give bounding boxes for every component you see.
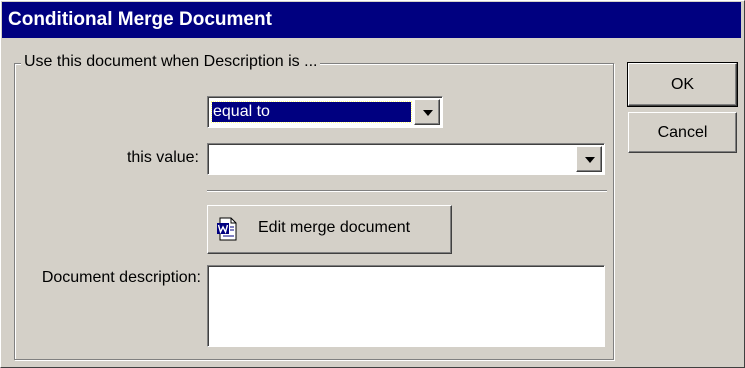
chevron-down-icon xyxy=(423,110,433,116)
ok-button-label: OK xyxy=(628,63,737,106)
value-dropdown-button[interactable] xyxy=(576,146,602,172)
window-title: Conditional Merge Document xyxy=(8,9,272,30)
document-description-label: Document description: xyxy=(41,269,201,286)
chevron-down-icon xyxy=(585,157,595,163)
condition-selected-value: equal to xyxy=(211,101,412,123)
cancel-button[interactable]: Cancel xyxy=(628,112,737,153)
this-value-label: this value: xyxy=(126,149,199,166)
condition-dropdown-button[interactable] xyxy=(414,99,440,125)
word-document-icon xyxy=(217,217,237,241)
condition-dropdown[interactable]: equal to xyxy=(207,96,443,128)
edit-merge-document-button[interactable]: Edit merge document xyxy=(207,205,452,254)
document-description-input[interactable] xyxy=(207,265,605,347)
value-combobox[interactable] xyxy=(207,143,605,175)
title-bar: Conditional Merge Document xyxy=(2,2,741,38)
ok-button[interactable]: OK xyxy=(627,62,738,107)
conditional-merge-dialog: Conditional Merge Document Use this docu… xyxy=(0,0,745,368)
group-legend: Use this document when Description is ..… xyxy=(21,51,321,73)
edit-merge-document-label: Edit merge document xyxy=(258,219,411,236)
divider xyxy=(207,190,607,192)
